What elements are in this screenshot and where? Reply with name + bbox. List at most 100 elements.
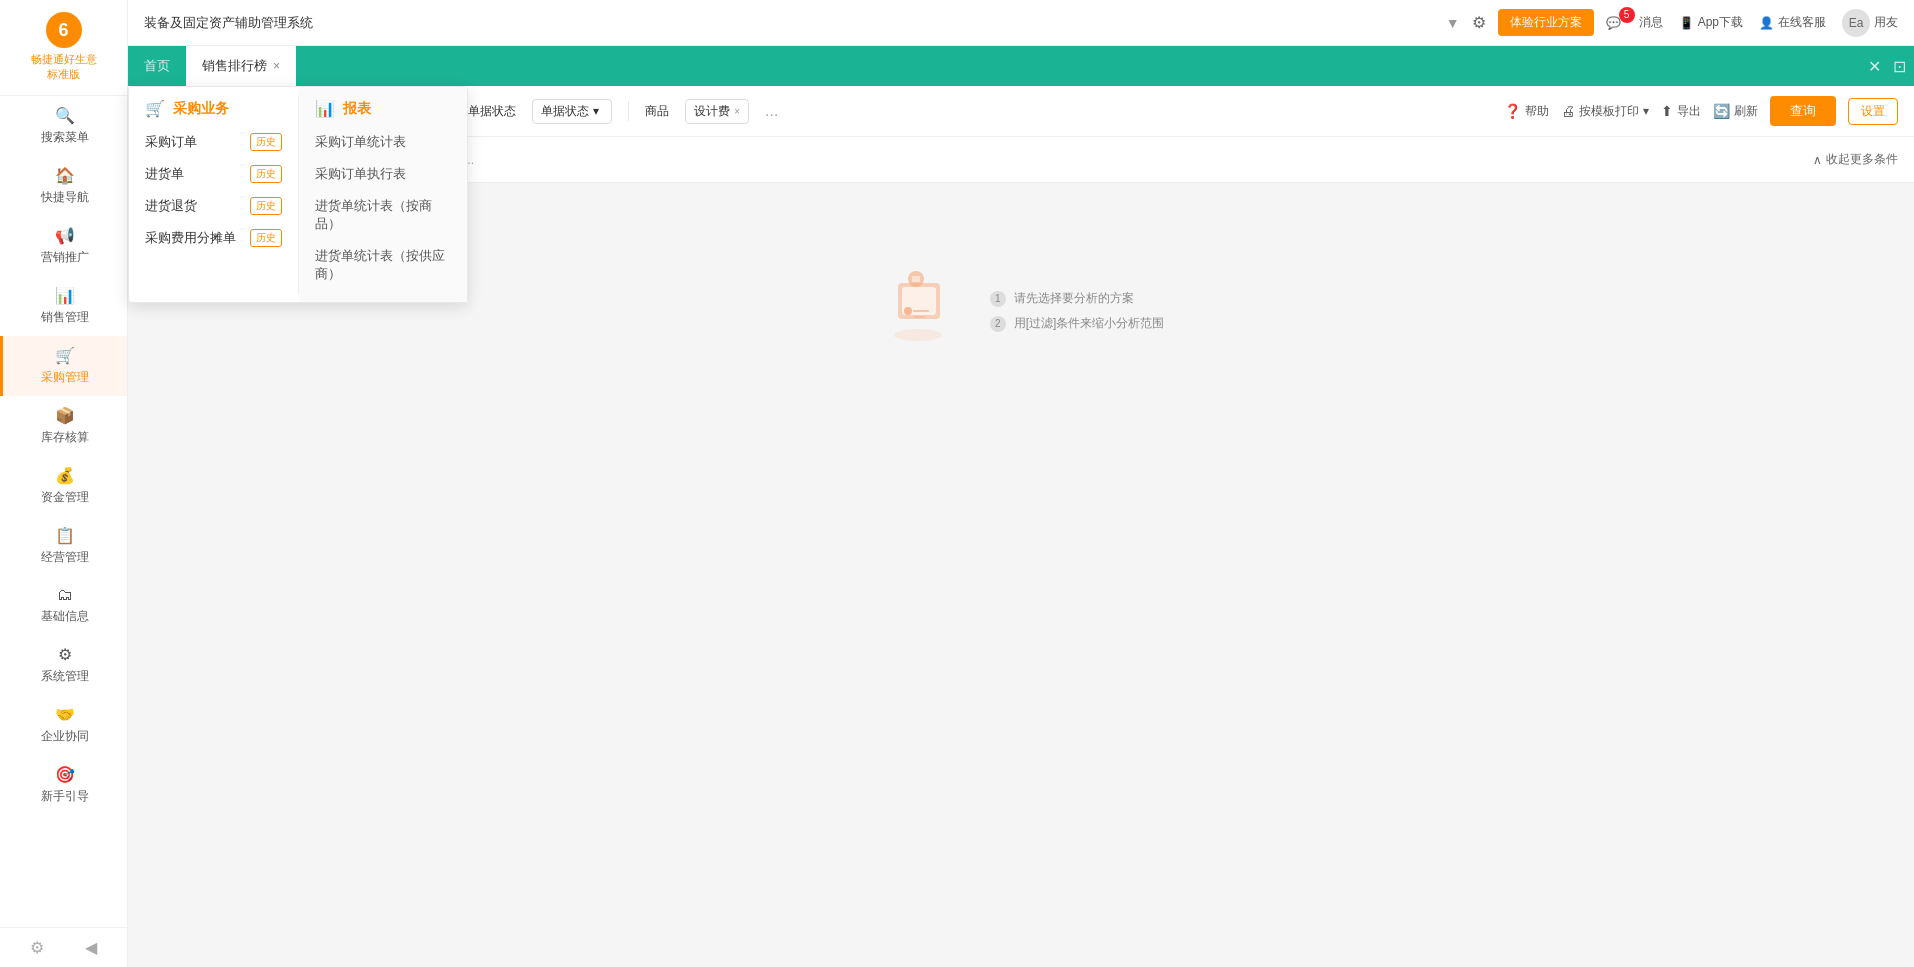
dropdown-item-goods-receipt[interactable]: 进货单 历史: [129, 158, 298, 190]
goods-receipt-hist: 历史: [250, 165, 282, 183]
sidebar-item-label: 快捷导航: [41, 189, 89, 206]
goods-tag-text: 设计费: [694, 103, 730, 120]
print-dropdown-icon: ▾: [1643, 104, 1649, 118]
sidebar-item-inventory[interactable]: 📦 库存核算: [0, 396, 127, 456]
logo-text: 畅捷通好生意 标准版: [31, 52, 97, 83]
doc-status-select[interactable]: 单据状态 ▾: [532, 99, 612, 124]
app-download-btn[interactable]: 📱 App下载: [1679, 14, 1743, 31]
export-label: 导出: [1677, 103, 1701, 120]
dropdown-item-goods-stat-supplier[interactable]: 进货单统计表（按供应商）: [299, 240, 468, 290]
dropdown-col-report-header: 📊 报表: [299, 99, 468, 126]
goods-tag-close[interactable]: ×: [734, 106, 740, 117]
sidebar-settings-btn[interactable]: ⚙: [30, 938, 44, 957]
sidebar-item-purchase[interactable]: 🛒 采购管理: [0, 336, 127, 396]
goods-tag[interactable]: 设计费 ×: [685, 99, 749, 124]
purchase-order-hist: 历史: [250, 133, 282, 151]
settings-link[interactable]: 设置: [1848, 98, 1898, 125]
home-icon: 🏠: [55, 166, 75, 185]
dropdown-item-purchase-order-stat[interactable]: 采购订单统计表: [299, 126, 468, 158]
collapse-label: 收起更多条件: [1826, 151, 1898, 168]
tab-sales-rank[interactable]: 销售排行榜 ×: [186, 46, 296, 86]
sidebar-item-label: 搜索菜单: [41, 129, 89, 146]
user-label: 用友: [1874, 14, 1898, 31]
query-btn[interactable]: 查询: [1770, 96, 1836, 126]
tab-bar-close-icon[interactable]: ✕: [1868, 57, 1881, 76]
sidebar-item-label: 基础信息: [41, 608, 89, 625]
system-icon: ⚙: [58, 645, 72, 664]
sales-icon: 📊: [55, 286, 75, 305]
online-service-btn[interactable]: 👤 在线客服: [1759, 14, 1826, 31]
sidebar-item-system[interactable]: ⚙ 系统管理: [0, 635, 127, 695]
export-btn[interactable]: ⬆ 导出: [1661, 103, 1701, 120]
collapse-btn[interactable]: ∧ 收起更多条件: [1813, 151, 1898, 168]
sidebar-item-basic-info[interactable]: 🗂 基础信息: [0, 576, 127, 635]
sidebar: 6 畅捷通好生意 标准版 🔍 搜索菜单 🏠 快捷导航 📢 营销推广 📊 销售管理…: [0, 0, 128, 967]
hint-2-text: 用[过滤]条件来缩小分析范围: [1014, 315, 1165, 332]
dropdown-item-goods-return[interactable]: 进货退货 历史: [129, 190, 298, 222]
goods-return-hist: 历史: [250, 197, 282, 215]
message-label: 消息: [1639, 14, 1663, 31]
service-icon: 👤: [1759, 16, 1774, 30]
empty-illustration: [878, 263, 958, 343]
sidebar-item-quick-nav[interactable]: 🏠 快捷导航: [0, 156, 127, 216]
sidebar-item-label: 营销推广: [41, 249, 89, 266]
message-btn[interactable]: 💬 5 消息: [1606, 14, 1663, 31]
sidebar-item-sales[interactable]: 📊 销售管理: [0, 276, 127, 336]
doc-status-label: 单据状态: [468, 103, 516, 120]
system-title-dropdown[interactable]: ▼: [1446, 15, 1460, 31]
tab-home[interactable]: 首页: [128, 46, 186, 86]
empty-hint-2: 2 用[过滤]条件来缩小分析范围: [990, 315, 1165, 332]
dropdown-item-goods-stat-product[interactable]: 进货单统计表（按商品）: [299, 190, 468, 240]
refresh-label: 刷新: [1734, 103, 1758, 120]
sidebar-item-enterprise[interactable]: 🤝 企业协同: [0, 695, 127, 755]
operation-icon: 📋: [55, 526, 75, 545]
refresh-btn[interactable]: 🔄 刷新: [1713, 103, 1758, 120]
sidebar-footer: ⚙ ◀: [0, 927, 127, 967]
sidebar-item-label: 采购管理: [41, 369, 89, 386]
industry-btn[interactable]: 体验行业方案: [1498, 9, 1594, 36]
tab-bar-expand-icon[interactable]: ⊡: [1893, 57, 1906, 76]
dropdown-item-purchase-order-exec[interactable]: 采购订单执行表: [299, 158, 468, 190]
dropdown-item-purchase-expense[interactable]: 采购费用分摊单 历史: [129, 222, 298, 254]
app-logo[interactable]: 6 畅捷通好生意 标准版: [0, 0, 127, 96]
sidebar-collapse-btn[interactable]: ◀: [85, 938, 97, 957]
svg-rect-4: [912, 276, 920, 282]
basic-info-icon: 🗂: [57, 586, 73, 604]
purchase-col-title: 采购业务: [173, 100, 229, 118]
user-btn[interactable]: Ea 用友: [1842, 9, 1898, 37]
sidebar-item-label: 销售管理: [41, 309, 89, 326]
print-btn[interactable]: 🖨 按模板打印 ▾: [1561, 103, 1649, 120]
dropdown-item-purchase-order[interactable]: 采购订单 历史: [129, 126, 298, 158]
message-icon: 💬: [1606, 16, 1621, 30]
sidebar-item-finance[interactable]: 💰 资金管理: [0, 456, 127, 516]
app-download-label: App下载: [1698, 14, 1743, 31]
sidebar-item-label: 库存核算: [41, 429, 89, 446]
header-settings-icon[interactable]: ⚙: [1472, 13, 1486, 32]
sidebar-item-label: 系统管理: [41, 668, 89, 685]
purchase-col-icon: 🛒: [145, 99, 165, 118]
sidebar-item-search[interactable]: 🔍 搜索菜单: [0, 96, 127, 156]
sidebar-item-guide[interactable]: 🎯 新手引导: [0, 755, 127, 815]
purchase-order-exec-label: 采购订单执行表: [315, 165, 406, 183]
purchase-order-stat-label: 采购订单统计表: [315, 133, 406, 151]
sidebar-item-marketing[interactable]: 📢 营销推广: [0, 216, 127, 276]
hint-1-text: 请先选择要分析的方案: [1014, 290, 1134, 307]
step-2-num: 2: [990, 316, 1006, 332]
collapse-up-icon: ∧: [1813, 153, 1822, 167]
empty-text-container: 1 请先选择要分析的方案 2 用[过滤]条件来缩小分析范围: [990, 290, 1165, 332]
header-right: 💬 5 消息 📱 App下载 👤 在线客服 Ea 用友: [1606, 9, 1898, 37]
sidebar-item-operation[interactable]: 📋 经营管理: [0, 516, 127, 576]
sidebar-item-label: 经营管理: [41, 549, 89, 566]
sidebar-item-label: 资金管理: [41, 489, 89, 506]
svg-point-0: [894, 329, 942, 341]
refresh-icon: 🔄: [1713, 103, 1730, 119]
goods-dots[interactable]: ...: [765, 102, 778, 120]
report-col-title: 报表: [343, 100, 371, 118]
help-btn[interactable]: ❓ 帮助: [1504, 103, 1549, 120]
doc-status-placeholder: 单据状态: [541, 103, 589, 120]
sidebar-menu: 🔍 搜索菜单 🏠 快捷导航 📢 营销推广 📊 销售管理 🛒 采购管理 📦 库存核…: [0, 96, 127, 927]
top-header: 装备及固定资产辅助管理系统 ▼ ⚙ 体验行业方案 💬 5 消息 📱 App下载 …: [128, 0, 1914, 46]
tab-close-icon[interactable]: ×: [273, 59, 280, 73]
logo-icon: 6: [46, 12, 82, 48]
purchase-expense-hist: 历史: [250, 229, 282, 247]
